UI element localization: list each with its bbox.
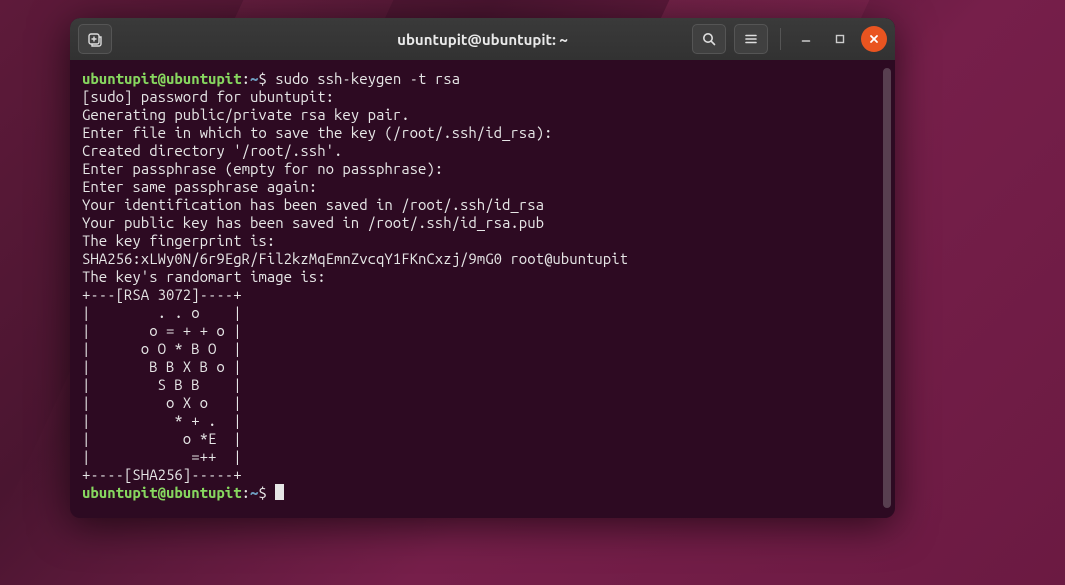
output-line: Enter passphrase (empty for no passphras… [82, 160, 883, 178]
output-line: The key fingerprint is: [82, 232, 883, 250]
prompt-separator: : [242, 70, 250, 87]
output-line: SHA256:xLWy0N/6r9EgR/Fil2kzMqEmnZvcqY1FK… [82, 250, 883, 268]
output-line: Created directory '/root/.ssh'. [82, 142, 883, 160]
output-line: | o O * B O | [82, 340, 883, 358]
titlebar: ubuntupit@ubuntupit: ~ [70, 18, 895, 60]
output-line: Generating public/private rsa key pair. [82, 106, 883, 124]
output-line: Enter same passphrase again: [82, 178, 883, 196]
output-line: Enter file in which to save the key (/ro… [82, 124, 883, 142]
output-line: Your public key has been saved in /root/… [82, 214, 883, 232]
prompt-user-host: ubuntupit@ubuntupit [82, 70, 242, 87]
output-line: The key's randomart image is: [82, 268, 883, 286]
output-line: +---[RSA 3072]----+ [82, 286, 883, 304]
output-line: | * + . | [82, 412, 883, 430]
maximize-button[interactable] [827, 26, 853, 52]
command-text: sudo ssh-keygen -t rsa [275, 70, 460, 87]
prompt-symbol: $ [258, 70, 266, 87]
maximize-icon [834, 33, 846, 45]
output-line: | . . o | [82, 304, 883, 322]
prompt-user-host: ubuntupit@ubuntupit [82, 484, 242, 501]
new-tab-icon [87, 31, 103, 47]
scrollbar[interactable] [883, 68, 891, 508]
output-line: | o *E | [82, 430, 883, 448]
prompt-line: ubuntupit@ubuntupit:~$ [82, 484, 883, 502]
search-button[interactable] [692, 24, 726, 54]
window-title: ubuntupit@ubuntupit: ~ [397, 31, 568, 48]
new-tab-button[interactable] [78, 24, 112, 54]
prompt-line: ubuntupit@ubuntupit:~$ sudo ssh-keygen -… [82, 70, 883, 88]
minimize-icon [800, 33, 812, 45]
output-line: +----[SHA256]-----+ [82, 466, 883, 484]
close-button[interactable] [861, 26, 887, 52]
output-line: | B B X B o | [82, 358, 883, 376]
terminal-body[interactable]: ubuntupit@ubuntupit:~$ sudo ssh-keygen -… [70, 60, 895, 518]
menu-button[interactable] [734, 24, 768, 54]
prompt-separator: : [242, 484, 250, 501]
close-icon [868, 33, 880, 45]
output-line: | S B B | [82, 376, 883, 394]
output-line: | =++ | [82, 448, 883, 466]
cursor [275, 484, 284, 500]
prompt-symbol: $ [258, 484, 266, 501]
output-line: | o = + + o | [82, 322, 883, 340]
minimize-button[interactable] [793, 26, 819, 52]
search-icon [701, 31, 717, 47]
output-line: Your identification has been saved in /r… [82, 196, 883, 214]
terminal-window: ubuntupit@ubuntupit: ~ [70, 18, 895, 518]
output-line: | o X o | [82, 394, 883, 412]
output-line: [sudo] password for ubuntupit: [82, 88, 883, 106]
hamburger-icon [743, 31, 759, 47]
